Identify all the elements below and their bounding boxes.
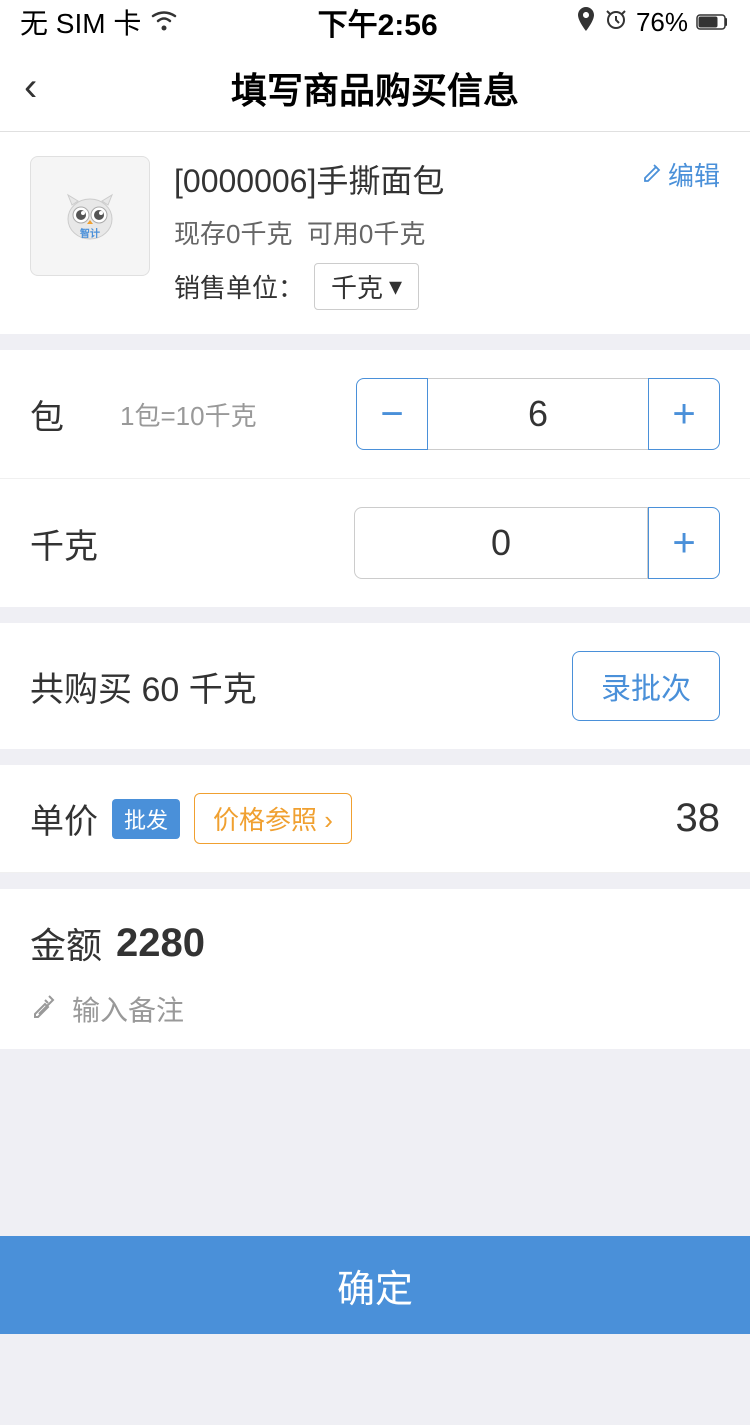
pack-hint: 1包=10千克 xyxy=(120,396,356,433)
pencil-icon xyxy=(30,992,58,1027)
page-title: 填写商品购买信息 xyxy=(231,62,519,114)
carrier-text: 无 SIM 卡 xyxy=(20,2,141,42)
batch-button[interactable]: 录批次 xyxy=(572,651,720,721)
price-ref-button[interactable]: 价格参照 › xyxy=(194,793,352,844)
pack-plus-button[interactable]: + xyxy=(648,378,720,450)
summary-row: 共购买 60 千克 录批次 xyxy=(0,623,750,749)
price-row: 单价 批发 价格参照 › 38 xyxy=(0,765,750,873)
price-badge: 批发 xyxy=(112,799,180,839)
product-stock: 现存0千克 可用0千克 xyxy=(174,214,618,251)
remark-row[interactable]: 输入备注 xyxy=(30,989,720,1029)
kg-row: 千克 + xyxy=(0,479,750,607)
pack-label: 包 xyxy=(30,390,110,439)
product-info: [0000006]手撕面包 现存0千克 可用0千克 销售单位： 千克 ▾ xyxy=(174,156,618,310)
alarm-icon xyxy=(604,7,628,38)
product-name: [0000006]手撕面包 xyxy=(174,156,618,202)
back-button[interactable]: ‹ xyxy=(24,65,37,110)
price-label: 单价 xyxy=(30,794,98,843)
price-section: 单价 批发 价格参照 › 38 xyxy=(0,765,750,873)
pack-row: 包 1包=10千克 − + xyxy=(0,350,750,479)
price-value: 38 xyxy=(676,796,721,841)
svg-text:智计: 智计 xyxy=(80,227,100,240)
amount-row: 金额 2280 xyxy=(30,917,720,969)
pack-controls: − + xyxy=(356,378,720,450)
status-time: 下午2:56 xyxy=(318,0,438,44)
confirm-button[interactable]: 确定 xyxy=(0,1236,750,1334)
kg-controls: + xyxy=(354,507,720,579)
amount-section: 金额 2280 输入备注 xyxy=(0,889,750,1049)
product-card: 智计 [0000006]手撕面包 现存0千克 可用0千克 销售单位： 千克 ▾ … xyxy=(0,132,750,334)
product-unit: 销售单位： 千克 ▾ xyxy=(174,263,618,310)
unit-select[interactable]: 千克 ▾ xyxy=(314,263,419,310)
summary-text: 共购买 60 千克 xyxy=(30,662,257,711)
location-icon xyxy=(576,7,596,38)
quantity-section: 包 1包=10千克 − + 千克 + xyxy=(0,350,750,607)
battery-icon xyxy=(696,7,730,38)
kg-label: 千克 xyxy=(30,519,110,568)
battery-text: 76% xyxy=(636,7,688,38)
amount-label: 金额 xyxy=(30,917,102,969)
status-left: 无 SIM 卡 xyxy=(20,2,179,42)
kg-input[interactable] xyxy=(354,507,648,579)
edit-button[interactable]: 编辑 xyxy=(642,156,720,193)
remark-label: 输入备注 xyxy=(72,989,184,1029)
kg-plus-button[interactable]: + xyxy=(648,507,720,579)
wifi-icon xyxy=(149,6,179,38)
nav-bar: ‹ 填写商品购买信息 xyxy=(0,44,750,132)
status-right: 76% xyxy=(576,7,730,38)
product-image: 智计 xyxy=(30,156,150,276)
amount-value: 2280 xyxy=(116,921,205,966)
edit-icon xyxy=(642,159,664,190)
pack-input[interactable] xyxy=(428,378,648,450)
status-bar: 无 SIM 卡 下午2:56 76% xyxy=(0,0,750,44)
pack-minus-button[interactable]: − xyxy=(356,378,428,450)
